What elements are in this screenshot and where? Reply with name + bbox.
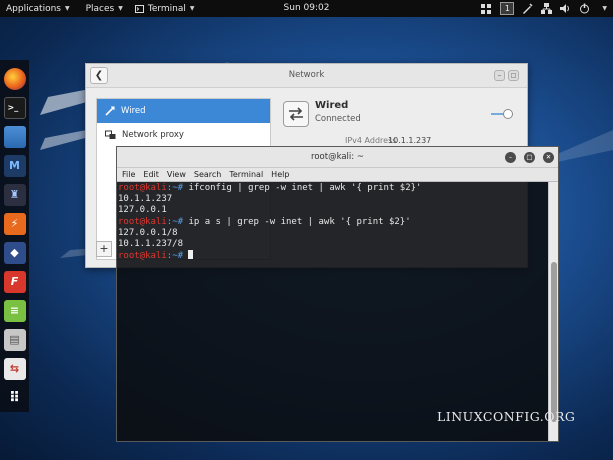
faraday-icon[interactable]: F [3,270,26,293]
menu-help[interactable]: Help [271,170,289,179]
scrollbar-thumb[interactable] [551,262,557,422]
beef-icon[interactable]: ◆ [3,241,26,264]
menu-view[interactable]: View [167,170,186,179]
system-tray: 1 ▼ [481,2,607,15]
show-applications-icon[interactable]: ⠿ [4,387,26,409]
prompt-user: root@kali [118,216,167,227]
wired-status: Connected [315,114,361,124]
chevron-down-icon: ▼ [189,5,195,12]
maximize-button[interactable]: □ [524,152,535,163]
terminal-title: root@kali: ~ [311,152,364,162]
terminal-icon [134,4,144,13]
terminal-command-line: root@kali:~# ifconfig | grep -w inet | a… [118,183,547,194]
notes-icon[interactable]: ≡ [3,299,26,322]
command-text: ip a s | grep -w inet | awk '{ print $2}… [188,216,411,227]
prompt-path: :~# [166,251,189,262]
minimize-button[interactable]: ‒ [494,70,505,81]
toggle-app-icon[interactable]: ⇆ [3,357,26,380]
network-titlebar: ❮ Network ‒ □ [86,64,527,88]
menu-search[interactable]: Search [194,170,221,179]
menu-edit[interactable]: Edit [143,170,159,179]
terminal-app-label: Terminal [147,3,186,14]
terminal-app-menu[interactable]: Terminal ▼ [129,0,201,17]
terminal-output-line: 127.0.0.1/8 [118,227,178,238]
terminal-output-line: 127.0.0.1 [118,205,167,216]
minimize-button[interactable]: – [505,152,516,163]
sidebar-item-label: Wired [121,106,146,116]
watermark: LINUXCONFIG.ORG [437,409,576,424]
terminal-icon[interactable]: >_ [3,96,26,119]
network-wired-icon[interactable] [541,3,553,14]
volume-icon[interactable] [560,3,571,14]
applications-label: Applications [6,3,61,14]
sidebar-item-label: Network proxy [122,130,184,140]
burpsuite-icon[interactable]: ⚡ [3,212,26,235]
dock: >_ M ♜ ⚡ ◆ F ≡ ▤ ⇆ ⠿ [0,60,29,412]
wired-toggle-switch[interactable] [491,109,513,119]
terminal-scrollbar[interactable] [548,182,558,441]
add-connection-button[interactable]: + [96,241,112,257]
files-icon[interactable] [3,125,26,148]
prompt-path: :~# [166,216,189,227]
prompt-user: root@kali [118,251,167,262]
network-title: Network [288,70,325,80]
close-button[interactable]: ✕ [543,152,554,163]
workspaces-grid-icon[interactable] [481,3,492,14]
sidebar-item-network-proxy[interactable]: Network proxy [97,123,270,147]
proxy-icon [105,130,116,139]
terminal-menubar: File Edit View Search Terminal Help [117,168,558,182]
prompt-path: :~# [166,183,189,193]
text-cursor [188,250,194,260]
terminal-output[interactable]: root@kali:~# ifconfig | grep -w inet | a… [117,182,548,441]
top-panel: Applications ▼ Places ▼ Terminal ▼ Sun 0… [0,0,613,17]
armitage-icon[interactable]: ♜ [3,183,26,206]
wired-title: Wired [315,100,349,111]
sidebar-item-wired[interactable]: Wired [97,99,270,123]
workspace-indicator[interactable]: 1 [500,2,515,15]
command-text: ifconfig | grep -w inet | awk '{ print $… [188,183,422,193]
terminal-command-line: root@kali:~# ip a s | grep -w inet | awk… [118,217,547,228]
terminal-titlebar: root@kali: ~ – □ ✕ [117,147,558,168]
chevron-down-icon: ▼ [64,5,70,12]
prompt-user: root@kali [118,183,167,193]
metasploit-icon[interactable]: M [3,154,26,177]
menu-terminal[interactable]: Terminal [229,170,263,179]
settings-icon[interactable]: ▤ [3,328,26,351]
wired-connection-icon [105,106,115,116]
terminal-window: root@kali: ~ – □ ✕ File Edit View Search… [116,146,559,442]
places-label: Places [85,3,115,14]
firefox-icon[interactable] [3,67,26,90]
terminal-output-line: 10.1.1.237/8 [118,238,184,249]
terminal-command-line: root@kali:~# [118,250,547,261]
pen-tool-icon[interactable] [522,3,533,14]
power-icon[interactable] [579,3,590,14]
chevron-down-icon: ▼ [118,5,123,12]
places-menu[interactable]: Places ▼ [80,0,129,17]
applications-menu[interactable]: Applications ▼ [0,0,76,17]
wired-connection-icon [283,101,309,127]
ipv4-value: 10.1.1.237 [388,136,432,145]
maximize-button[interactable]: □ [508,70,519,81]
toggle-knob [503,109,513,119]
menu-file[interactable]: File [122,170,135,179]
chevron-down-icon[interactable]: ▼ [602,5,607,12]
terminal-output-line: 10.1.1.237 [118,194,173,205]
